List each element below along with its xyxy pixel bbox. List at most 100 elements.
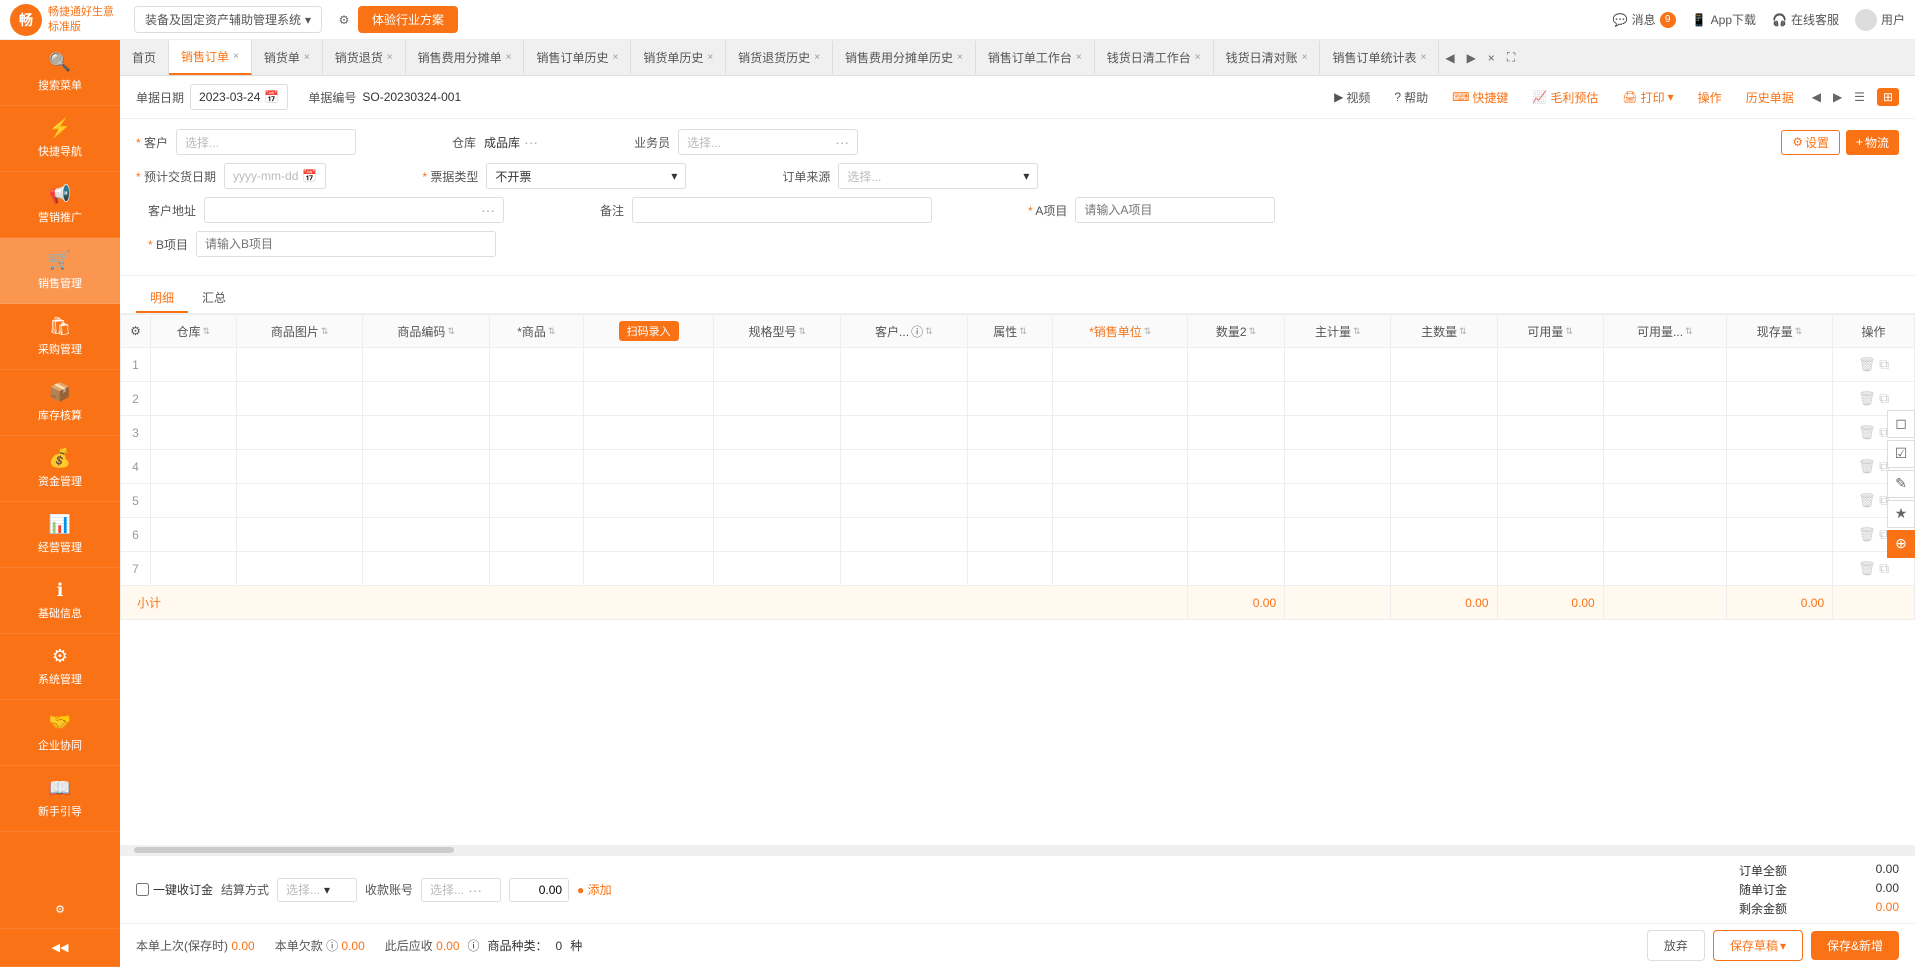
- sidebar-collapse-button[interactable]: ◀◀: [0, 929, 120, 967]
- table-cell[interactable]: [967, 416, 1053, 450]
- table-cell[interactable]: [1187, 450, 1284, 484]
- sidebar-item-management[interactable]: 📊 经营管理: [0, 502, 120, 568]
- th-spec[interactable]: 规格型号⇅: [714, 315, 841, 348]
- table-cell[interactable]: [1603, 450, 1726, 484]
- table-cell[interactable]: [1285, 450, 1391, 484]
- tab-close-return-history[interactable]: ×: [814, 52, 820, 63]
- tab-close-sales-order-history[interactable]: ×: [612, 52, 618, 63]
- table-cell[interactable]: [841, 416, 968, 450]
- tab-close-order-workspace[interactable]: ×: [1076, 52, 1082, 63]
- top-settings-button[interactable]: ⚙: [330, 6, 358, 34]
- tab-sales-expense[interactable]: 销售费用分摊单 ×: [406, 41, 525, 74]
- table-cell[interactable]: [1726, 518, 1832, 552]
- table-cell[interactable]: [583, 348, 714, 382]
- nav-prev-button[interactable]: ◀: [1812, 90, 1821, 104]
- tab-close-sales-return[interactable]: ×: [387, 52, 393, 63]
- delete-row-button[interactable]: 🗑: [1858, 492, 1876, 508]
- th-attribute[interactable]: 属性⇅: [967, 315, 1053, 348]
- tab-close-sales-stats[interactable]: ×: [1420, 52, 1426, 63]
- delete-row-button[interactable]: 🗑: [1858, 458, 1876, 474]
- scroll-thumb[interactable]: [134, 847, 454, 853]
- one-click-settle-checkbox[interactable]: 一键收订金: [136, 881, 213, 898]
- help-button[interactable]: ? 帮助: [1388, 87, 1434, 108]
- table-cell[interactable]: [236, 518, 363, 552]
- view-video-button[interactable]: ▶ 视频: [1328, 87, 1376, 108]
- table-cell[interactable]: [1497, 484, 1603, 518]
- table-cell[interactable]: [236, 484, 363, 518]
- table-cell[interactable]: [1603, 484, 1726, 518]
- b-project-input[interactable]: [196, 231, 496, 257]
- print-button[interactable]: 🖨 打印 ▾: [1616, 87, 1679, 108]
- table-cell[interactable]: [1391, 518, 1497, 552]
- invoice-type-select[interactable]: 不开票 ▾: [486, 163, 686, 189]
- table-cell[interactable]: [1726, 382, 1832, 416]
- delivery-date-input[interactable]: yyyy-mm-dd 📅: [224, 163, 326, 189]
- tab-summary[interactable]: 汇总: [188, 284, 240, 313]
- table-cell[interactable]: [841, 450, 968, 484]
- delete-row-button[interactable]: 🗑: [1858, 390, 1876, 406]
- table-cell[interactable]: [363, 348, 490, 382]
- table-cell[interactable]: [151, 348, 237, 382]
- table-cell[interactable]: [841, 552, 968, 586]
- table-cell[interactable]: [151, 518, 237, 552]
- table-cell[interactable]: [1187, 416, 1284, 450]
- table-cell[interactable]: [363, 416, 490, 450]
- table-cell[interactable]: [1285, 348, 1391, 382]
- table-cell[interactable]: [1285, 484, 1391, 518]
- table-cell[interactable]: [1187, 518, 1284, 552]
- tab-close-expense-history[interactable]: ×: [957, 52, 963, 63]
- bill-date-input[interactable]: 2023-03-24 📅: [190, 84, 288, 110]
- table-cell[interactable]: [583, 382, 714, 416]
- sidebar-item-search[interactable]: 🔍 搜索菜单: [0, 40, 120, 106]
- table-cell[interactable]: [1726, 450, 1832, 484]
- salesperson-dots-button[interactable]: ···: [835, 134, 849, 150]
- address-dots-button[interactable]: ···: [481, 202, 495, 218]
- table-cell[interactable]: [1053, 348, 1187, 382]
- table-cell[interactable]: [1053, 416, 1187, 450]
- table-cell[interactable]: [1497, 416, 1603, 450]
- table-cell[interactable]: [583, 450, 714, 484]
- receipt-account-select[interactable]: 选择... ···: [421, 878, 501, 902]
- th-warehouse[interactable]: 仓库⇅: [151, 315, 237, 348]
- tab-expense-history[interactable]: 销售费用分摊单历史 ×: [833, 41, 976, 74]
- table-cell[interactable]: [1285, 518, 1391, 552]
- table-cell[interactable]: [490, 484, 584, 518]
- tab-order-workspace[interactable]: 销售订单工作台 ×: [976, 41, 1095, 74]
- th-settings[interactable]: ⚙: [121, 315, 151, 348]
- save-new-button[interactable]: 保存&新增: [1811, 931, 1899, 960]
- table-cell[interactable]: [583, 552, 714, 586]
- table-cell[interactable]: [1603, 382, 1726, 416]
- tab-close-daily-workspace[interactable]: ×: [1195, 52, 1201, 63]
- tab-close-sales-order[interactable]: ×: [233, 51, 239, 62]
- th-quantity2[interactable]: 数量2⇅: [1187, 315, 1284, 348]
- sidebar-item-inventory[interactable]: 📦 库存核算: [0, 370, 120, 436]
- tab-close-sales-expense[interactable]: ×: [506, 52, 512, 63]
- table-cell[interactable]: [841, 348, 968, 382]
- table-cell[interactable]: [1285, 552, 1391, 586]
- table-cell[interactable]: [151, 450, 237, 484]
- table-cell[interactable]: [714, 484, 841, 518]
- table-cell[interactable]: [1497, 552, 1603, 586]
- nav-next-button[interactable]: ▶: [1833, 90, 1842, 104]
- table-cell[interactable]: [490, 518, 584, 552]
- table-cell[interactable]: [151, 416, 237, 450]
- table-cell[interactable]: [490, 552, 584, 586]
- tab-sales-invoice[interactable]: 销货单 ×: [252, 41, 323, 74]
- table-cell[interactable]: [967, 484, 1053, 518]
- tab-sales-invoice-history[interactable]: 销货单历史 ×: [631, 41, 726, 74]
- warehouse-dots-button[interactable]: ···: [524, 134, 538, 150]
- table-cell[interactable]: [967, 382, 1053, 416]
- tab-sales-stats[interactable]: 销售订单统计表 ×: [1320, 41, 1439, 74]
- table-cell[interactable]: [967, 518, 1053, 552]
- table-cell[interactable]: [1391, 382, 1497, 416]
- table-cell[interactable]: [1726, 416, 1832, 450]
- table-cell[interactable]: [236, 348, 363, 382]
- one-click-settle-input[interactable]: [136, 883, 149, 896]
- grid-view-button[interactable]: ⊞: [1877, 88, 1899, 106]
- table-cell[interactable]: [1053, 484, 1187, 518]
- table-cell[interactable]: [714, 450, 841, 484]
- shortcut-button[interactable]: ⌨ 快捷键: [1446, 87, 1514, 108]
- table-cell[interactable]: [714, 348, 841, 382]
- a-project-input[interactable]: [1075, 197, 1275, 223]
- tab-home[interactable]: 首页: [120, 41, 169, 74]
